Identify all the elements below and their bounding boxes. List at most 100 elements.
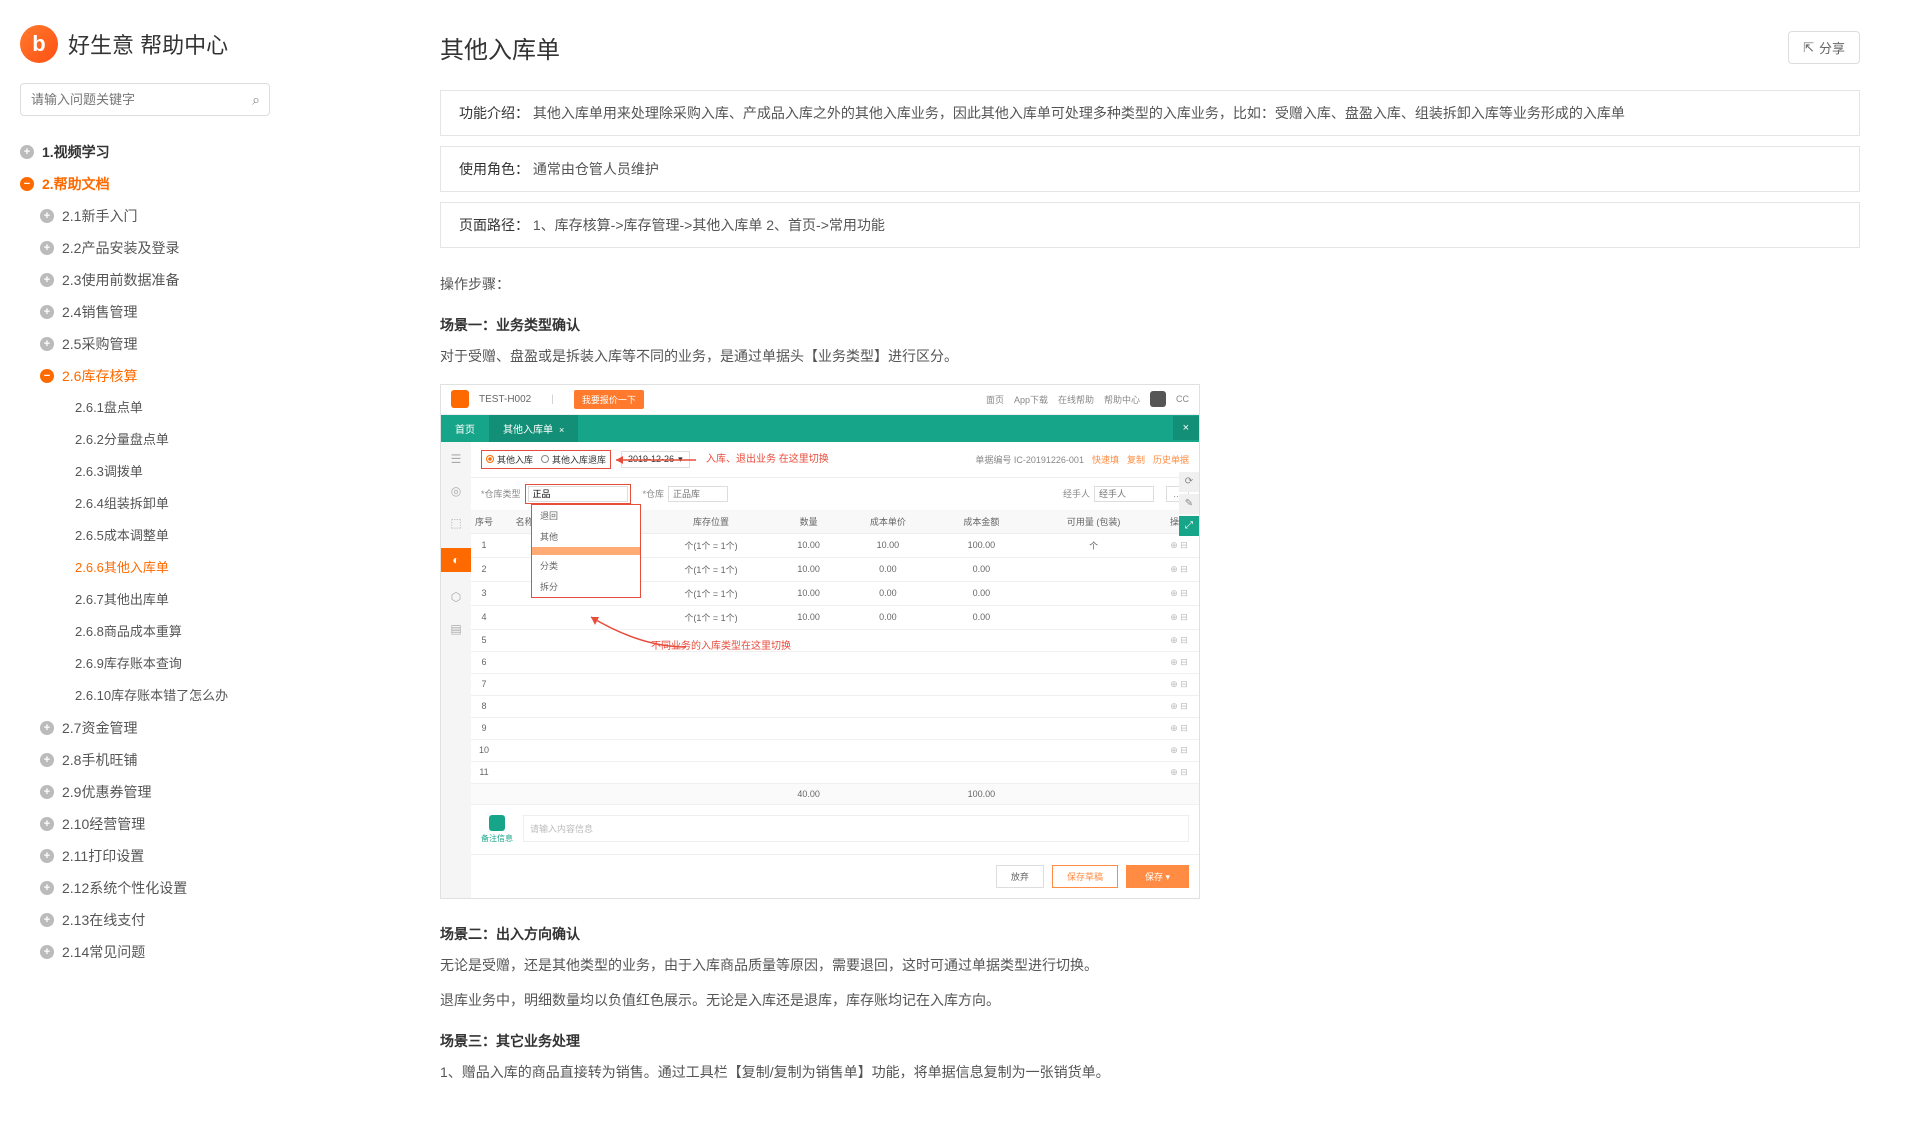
promo-button[interactable]: 我要报价一下 (574, 390, 644, 409)
side-icon-2[interactable]: ◎ (449, 484, 463, 498)
avatar-icon[interactable] (1150, 391, 1166, 407)
nav-2-7[interactable]: 2.7资金管理 (20, 712, 270, 744)
nav-2-3[interactable]: 2.3使用前数据准备 (20, 264, 270, 296)
info-intro: 功能介绍： 其他入库单用来处理除采购入库、产成品入库之外的其他入库业务，因此其他… (440, 90, 1860, 136)
right-icon-2[interactable]: ✎ (1179, 494, 1199, 514)
scene2-line1: 无论是受赠，还是其他类型的业务，由于入库商品质量等原因，需要退回，这时可通过单据… (440, 954, 1860, 978)
table-row[interactable]: 6⊕ ⊟ (471, 651, 1199, 673)
filter-wh-label: *仓库 (643, 487, 665, 500)
nav-2-6-7[interactable]: 2.6.7其他出库单 (20, 584, 270, 616)
dd-item-3[interactable]: 分类 (532, 555, 640, 576)
dd-item-2[interactable] (532, 547, 640, 555)
table-row[interactable]: 8⊕ ⊟ (471, 695, 1199, 717)
radio-return[interactable]: 其他入库退库 (541, 453, 606, 466)
arrow-1 (611, 454, 701, 466)
scene2-line2: 退库业务中，明细数量均以负值红色展示。无论是入库还是退库，库存账均记在入库方向。 (440, 989, 1860, 1013)
nav-2-6-4[interactable]: 2.6.4组装拆卸单 (20, 488, 270, 520)
table-row[interactable]: 9⊕ ⊟ (471, 717, 1199, 739)
filter-person-label: 经手人 (1063, 487, 1090, 500)
biz-type-select[interactable] (525, 484, 631, 504)
top-link-2[interactable]: 在线帮助 (1058, 393, 1094, 406)
annotation-2: 不同业务的入库类型在这里切换 (651, 637, 791, 652)
side-icon-5[interactable]: ⬡ (449, 590, 463, 604)
app-content: 其他入库 其他入库退库 2019-12-26▾ 入库、退出业务 在这里切换 单据… (471, 442, 1199, 898)
side-icon-3[interactable]: ⬚ (449, 516, 463, 530)
search-box: ⌕ (20, 83, 270, 116)
close-icon[interactable]: × (559, 425, 564, 435)
nav-2-6-10[interactable]: 2.6.10库存账本错了怎么办 (20, 680, 270, 712)
side-icon-1[interactable]: ☰ (449, 452, 463, 466)
nav-2-6-8[interactable]: 2.6.8商品成本重算 (20, 616, 270, 648)
right-icon-3[interactable]: ⤢ (1179, 516, 1199, 536)
info-path-text: 1、库存核算->库存管理->其他入库单 2、首页->常用功能 (533, 217, 885, 233)
search-icon[interactable]: ⌕ (252, 91, 260, 108)
steps-title: 操作步骤： (440, 273, 1860, 297)
toolbar-link-1[interactable]: 复制 (1127, 453, 1145, 466)
filter-person-input[interactable] (1094, 486, 1154, 502)
app-tenant: TEST-H002 (479, 394, 531, 405)
dd-item-0[interactable]: 退回 (532, 505, 640, 526)
cancel-button[interactable]: 放弃 (996, 865, 1044, 888)
table-row[interactable]: 7⊕ ⊟ (471, 673, 1199, 695)
order-no-label: 单据编号 (975, 455, 1011, 465)
nav-2-8[interactable]: 2.8手机旺铺 (20, 744, 270, 776)
tab-home[interactable]: 首页 (441, 415, 489, 442)
logo-row: b 好生意 帮助中心 (20, 25, 270, 63)
nav-2-6-1[interactable]: 2.6.1盘点单 (20, 392, 270, 424)
nav-video[interactable]: 1.视频学习 (20, 136, 270, 168)
logo-text: 好生意 帮助中心 (68, 28, 228, 60)
toolbar-link-2[interactable]: 历史单据 (1153, 453, 1189, 466)
filter-wh-input[interactable] (668, 486, 728, 502)
top-link-1[interactable]: App下载 (1014, 393, 1048, 406)
share-label: 分享 (1819, 38, 1845, 57)
side-icon-4[interactable]: ◐ (441, 548, 471, 572)
radio-in[interactable]: 其他入库 (486, 453, 533, 466)
scene1-title: 场景一：业务类型确认 (440, 315, 1860, 335)
divider: | (551, 394, 554, 405)
tab-other-in[interactable]: 其他入库单× (489, 415, 578, 442)
save-draft-button[interactable]: 保存草稿 (1052, 865, 1118, 888)
remark-input[interactable]: 请输入内容信息 (523, 815, 1189, 842)
info-role: 使用角色： 通常由仓管人员维护 (440, 146, 1860, 192)
nav-2-14[interactable]: 2.14常见问题 (20, 936, 270, 968)
app-top-bar: TEST-H002 | 我要报价一下 面页 App下载 在线帮助 帮助中心 CC (441, 385, 1199, 415)
nav-2-10[interactable]: 2.10经营管理 (20, 808, 270, 840)
nav-2-11[interactable]: 2.11打印设置 (20, 840, 270, 872)
table-row[interactable]: 11⊕ ⊟ (471, 761, 1199, 783)
search-input[interactable] (20, 83, 270, 116)
top-link-0[interactable]: 面页 (986, 393, 1004, 406)
info-intro-text: 其他入库单用来处理除采购入库、产成品入库之外的其他入库业务，因此其他入库单可处理… (533, 105, 1625, 121)
scene1-text: 对于受赠、盘盈或是拆装入库等不同的业务，是通过单据头【业务类型】进行区分。 (440, 345, 1860, 369)
top-link-3[interactable]: 帮助中心 (1104, 393, 1140, 406)
remark-label: 备注信息 (481, 833, 513, 844)
table-row[interactable]: 10⊕ ⊟ (471, 739, 1199, 761)
nav-2-13[interactable]: 2.13在线支付 (20, 904, 270, 936)
dd-item-1[interactable]: 其他 (532, 526, 640, 547)
nav-2-6-5[interactable]: 2.6.5成本调整单 (20, 520, 270, 552)
th-avail: 可用量 (包装) (1028, 510, 1159, 534)
info-path-label: 页面路径： (459, 217, 529, 233)
nav-2-6-9[interactable]: 2.6.9库存账本查询 (20, 648, 270, 680)
dd-item-4[interactable]: 拆分 (532, 576, 640, 597)
nav-2-9[interactable]: 2.9优惠券管理 (20, 776, 270, 808)
nav-2-6-2[interactable]: 2.6.2分量盘点单 (20, 424, 270, 456)
save-button[interactable]: 保存 ▾ (1126, 865, 1189, 888)
remark-row: 备注信息 请输入内容信息 (471, 805, 1199, 854)
side-icon-6[interactable]: ▤ (449, 622, 463, 636)
nav-2-5[interactable]: 2.5采购管理 (20, 328, 270, 360)
nav-2-12[interactable]: 2.12系统个性化设置 (20, 872, 270, 904)
right-icon-1[interactable]: ⟳ (1179, 472, 1199, 492)
share-button[interactable]: ⇱ 分享 (1788, 31, 1860, 64)
nav-2-4[interactable]: 2.4销售管理 (20, 296, 270, 328)
nav-2-2[interactable]: 2.2产品安装及登录 (20, 232, 270, 264)
nav-2-1[interactable]: 2.1新手入门 (20, 200, 270, 232)
nav-2-6[interactable]: 2.6库存核算 (20, 360, 270, 392)
toolbar-link-0[interactable]: 快速填 (1092, 453, 1119, 466)
nav-docs[interactable]: 2.帮助文档 (20, 168, 270, 200)
nav-2-6-3[interactable]: 2.6.3调拨单 (20, 456, 270, 488)
remark-icon (489, 815, 505, 831)
top-link-4[interactable]: CC (1176, 394, 1189, 404)
nav-2-6-6[interactable]: 2.6.6其他入库单 (20, 552, 270, 584)
th-loc: 库存位置 (646, 510, 776, 534)
tabs-close-all[interactable]: × (1173, 416, 1199, 440)
